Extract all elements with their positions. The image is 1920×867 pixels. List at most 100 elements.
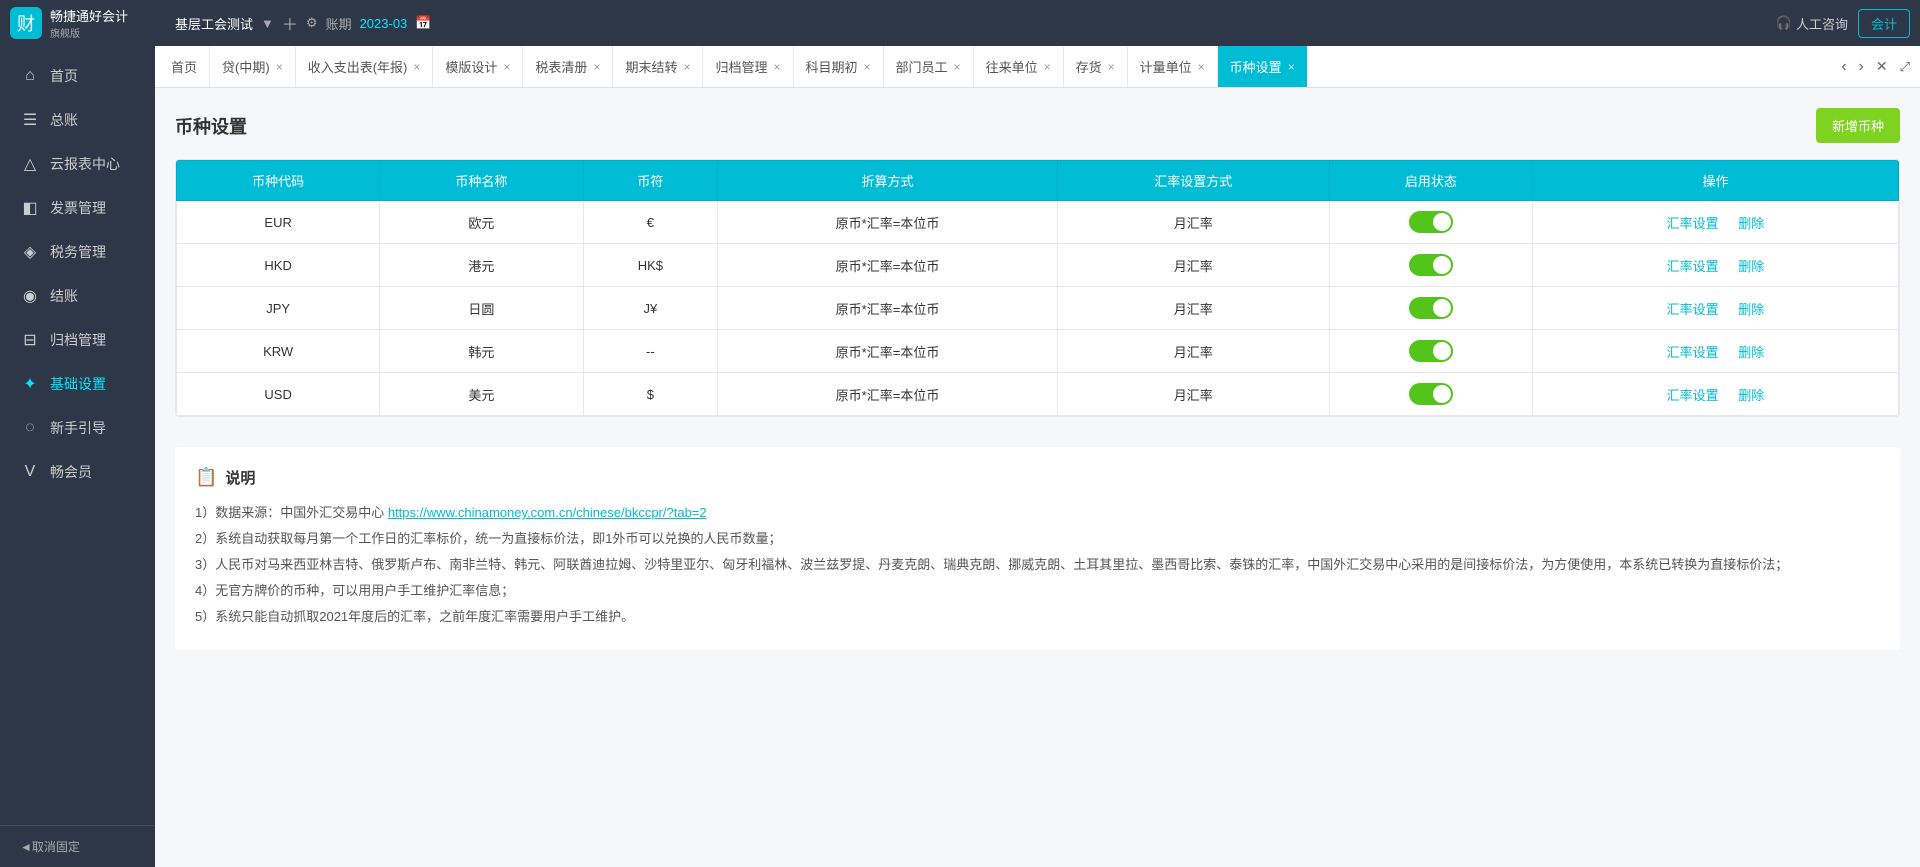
toggle-enabled-0[interactable] [1409, 211, 1453, 233]
rate-setting-link-2[interactable]: 汇率设置 [1667, 302, 1719, 317]
cell-name-3: 韩元 [380, 330, 583, 373]
tab-close-mid-term[interactable]: × [276, 60, 283, 74]
table-body: EUR 欧元 € 原币*汇率=本位币 月汇率 汇率设置 删除 HKD 港元 HK… [177, 201, 1899, 416]
tab-close-template[interactable]: × [503, 60, 510, 74]
toggle-enabled-4[interactable] [1409, 383, 1453, 405]
rate-setting-link-4[interactable]: 汇率设置 [1667, 388, 1719, 403]
notes-section: 📋 说明 1）数据来源：中国外汇交易中心 https://www.chinamo… [175, 447, 1900, 650]
tab-close-inventory[interactable]: × [1108, 60, 1115, 74]
workspace-dropdown-icon[interactable]: ▼ [261, 16, 274, 31]
tab-close-annual-report[interactable]: × [413, 60, 420, 74]
sidebar-item-reports[interactable]: △ 云报表中心 [0, 142, 155, 186]
delete-link-4[interactable]: 删除 [1738, 388, 1764, 403]
tab-bar: 首页 贷(中期) × 收入支出表(年报) × 模版设计 × 税表清册 × 期末结… [155, 46, 1920, 88]
tab-close-unit[interactable]: × [1198, 60, 1205, 74]
toggle-enabled-1[interactable] [1409, 254, 1453, 276]
cell-code-1: HKD [177, 244, 380, 287]
table-row: EUR 欧元 € 原币*汇率=本位币 月汇率 汇率设置 删除 [177, 201, 1899, 244]
notes-link[interactable]: https://www.chinamoney.com.cn/chinese/bk… [388, 505, 707, 520]
add-workspace-icon[interactable]: ＋ [282, 11, 298, 35]
sidebar-unpin-button[interactable]: ◄取消固定 [0, 825, 155, 867]
toggle-enabled-2[interactable] [1409, 297, 1453, 319]
page-title: 币种设置 [175, 113, 247, 139]
tab-next-icon[interactable]: › [1853, 58, 1870, 76]
tab-close-all-icon[interactable]: ✕ [1870, 58, 1894, 75]
delete-link-3[interactable]: 删除 [1738, 345, 1764, 360]
help-button[interactable]: 🎧 人工咨询 [1776, 14, 1848, 33]
cell-rate-method-0: 月汇率 [1057, 201, 1329, 244]
sidebar-item-invoice[interactable]: ◧ 发票管理 [0, 186, 155, 230]
tab-prev-icon[interactable]: ‹ [1835, 58, 1852, 76]
sidebar-label-checkout: 结账 [50, 286, 78, 306]
settings-icon[interactable]: ⚙ [306, 15, 318, 31]
sidebar-item-ledger[interactable]: ☰ 总账 [0, 98, 155, 142]
tab-close-department[interactable]: × [954, 60, 961, 74]
period-label: 账期 [326, 14, 352, 33]
table-row: KRW 韩元 -- 原币*汇率=本位币 月汇率 汇率设置 删除 [177, 330, 1899, 373]
sidebar-label-settings: 基础设置 [50, 374, 106, 394]
tab-annual-report[interactable]: 收入支出表(年报) × [296, 46, 434, 88]
tab-counterparty[interactable]: 往来单位 × [974, 46, 1064, 88]
tab-subject-init[interactable]: 科目期初 × [794, 46, 884, 88]
sidebar-item-guide[interactable]: ◌ 新手引导 [0, 406, 155, 450]
sidebar-item-home[interactable]: ⌂ 首页 [0, 54, 155, 98]
rate-setting-link-3[interactable]: 汇率设置 [1667, 345, 1719, 360]
tab-inventory[interactable]: 存货 × [1064, 46, 1128, 88]
tab-label-currency: 币种设置 [1230, 57, 1282, 76]
tab-close-currency[interactable]: × [1288, 60, 1295, 74]
delete-link-1[interactable]: 删除 [1738, 259, 1764, 274]
account-button[interactable]: 会计 [1858, 9, 1910, 38]
rate-setting-link-0[interactable]: 汇率设置 [1667, 216, 1719, 231]
toggle-enabled-3[interactable] [1409, 340, 1453, 362]
col-calc: 折算方式 [718, 161, 1058, 201]
sidebar-item-checkout[interactable]: ◉ 结账 [0, 274, 155, 318]
checkout-icon: ◉ [20, 286, 40, 306]
calendar-icon[interactable]: 📅 [415, 15, 431, 31]
tab-mid-term[interactable]: 贷(中期) × [210, 46, 296, 88]
col-enabled: 启用状态 [1329, 161, 1532, 201]
tab-tax-form[interactable]: 税表清册 × [523, 46, 613, 88]
tab-unit[interactable]: 计量单位 × [1128, 46, 1218, 88]
table-row: USD 美元 $ 原币*汇率=本位币 月汇率 汇率设置 删除 [177, 373, 1899, 416]
tab-close-period-end[interactable]: × [683, 60, 690, 74]
sidebar-item-settings[interactable]: ✦ 基础设置 [0, 362, 155, 406]
tab-archiving[interactable]: 归档管理 × [703, 46, 793, 88]
col-name: 币种名称 [380, 161, 583, 201]
cell-actions-2: 汇率设置 删除 [1532, 287, 1898, 330]
invoice-icon: ◧ [20, 198, 40, 218]
tab-close-archiving[interactable]: × [774, 60, 781, 74]
sidebar-item-tax[interactable]: ◈ 税务管理 [0, 230, 155, 274]
cell-actions-0: 汇率设置 删除 [1532, 201, 1898, 244]
period-value: 2023-03 [360, 16, 408, 31]
tab-expand-icon[interactable]: ⤢ [1894, 59, 1916, 75]
cell-calc-0: 原币*汇率=本位币 [718, 201, 1058, 244]
tab-close-tax-form[interactable]: × [593, 60, 600, 74]
tab-label-mid-term: 贷(中期) [222, 57, 270, 76]
cell-symbol-3: -- [583, 330, 718, 373]
note-item-2: 2）系统自动获取每月第一个工作日的汇率标价，统一为直接标价法，即1外币可以兑换的… [195, 526, 1880, 552]
tab-label-inventory: 存货 [1076, 57, 1102, 76]
delete-link-0[interactable]: 删除 [1738, 216, 1764, 231]
sidebar-item-member[interactable]: V 畅会员 [0, 450, 155, 494]
cell-actions-3: 汇率设置 删除 [1532, 330, 1898, 373]
cell-symbol-1: HK$ [583, 244, 718, 287]
cell-rate-method-3: 月汇率 [1057, 330, 1329, 373]
tab-label-period-end: 期末结转 [625, 57, 677, 76]
rate-setting-link-1[interactable]: 汇率设置 [1667, 259, 1719, 274]
tab-department[interactable]: 部门员工 × [884, 46, 974, 88]
tab-label-counterparty: 往来单位 [986, 57, 1038, 76]
cell-calc-2: 原币*汇率=本位币 [718, 287, 1058, 330]
delete-link-2[interactable]: 删除 [1738, 302, 1764, 317]
cell-code-2: JPY [177, 287, 380, 330]
tab-label-unit: 计量单位 [1140, 57, 1192, 76]
tab-period-end[interactable]: 期末结转 × [613, 46, 703, 88]
table-row: JPY 日圆 J¥ 原币*汇率=本位币 月汇率 汇率设置 删除 [177, 287, 1899, 330]
tab-close-counterparty[interactable]: × [1044, 60, 1051, 74]
tab-template[interactable]: 模版设计 × [433, 46, 523, 88]
sidebar-item-archive[interactable]: ⊟ 归档管理 [0, 318, 155, 362]
tab-close-subject-init[interactable]: × [864, 60, 871, 74]
tab-currency[interactable]: 币种设置 × [1218, 46, 1308, 88]
ledger-icon: ☰ [20, 110, 40, 130]
tab-home[interactable]: 首页 [159, 46, 210, 88]
new-currency-button[interactable]: 新增币种 [1816, 108, 1900, 143]
